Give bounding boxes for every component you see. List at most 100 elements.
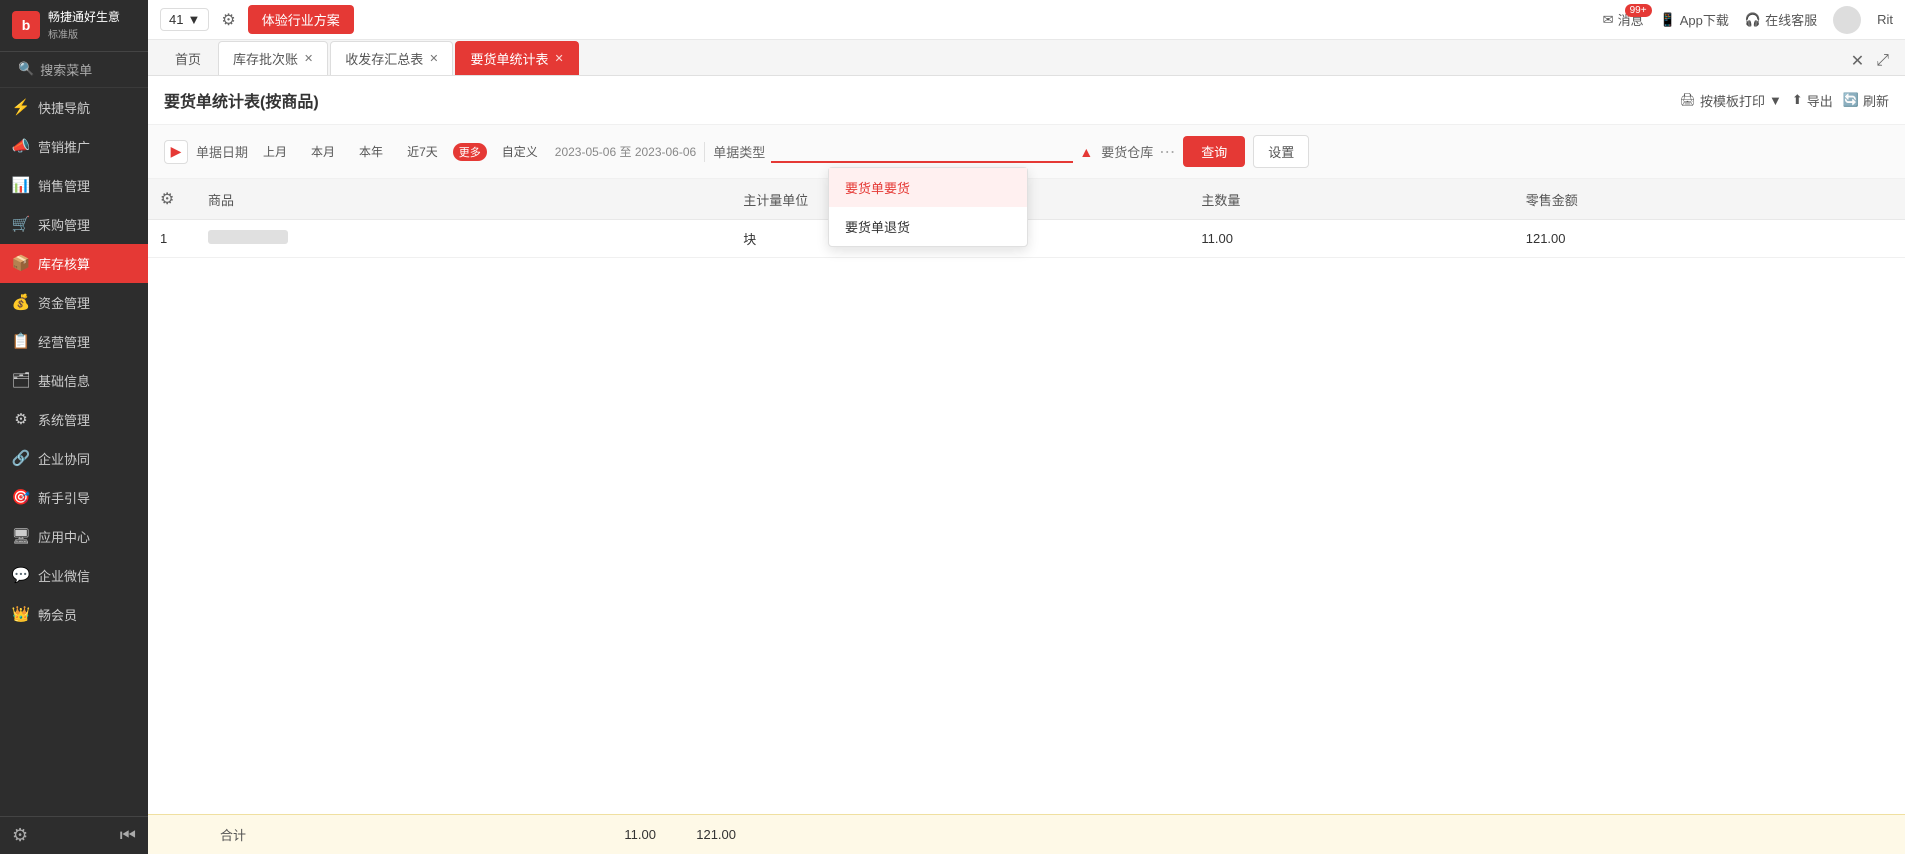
sidebar-item-inventory[interactable]: 📦 库存核算 [0, 244, 148, 283]
filter-date-section: 单据日期 上月 本月 本年 近7天 更多 自定义 [196, 139, 547, 164]
sidebar-item-purchase[interactable]: 🛒 采购管理 [0, 205, 148, 244]
sidebar-item-label: 销售管理 [38, 176, 90, 195]
sidebar-item-basic-info[interactable]: 🗂 基础信息 [0, 361, 148, 400]
filter-divider-1 [704, 142, 705, 162]
sidebar-item-label: 企业微信 [38, 566, 90, 585]
sidebar-item-app-center[interactable]: 🖥 应用中心 [0, 517, 148, 556]
dropdown-item-order-goods[interactable]: 要货单要货 [829, 168, 1027, 207]
sidebar-items: ⚡ 快捷导航 📣 营销推广 📊 销售管理 🛒 采购管理 📦 库存核算 💰 资金管… [0, 88, 148, 634]
service-label: 在线客服 [1765, 10, 1817, 29]
refresh-icon: 🔄 [1843, 92, 1859, 108]
industry-btn[interactable]: 体验行业方案 [248, 5, 354, 34]
filter-this-year[interactable]: 本年 [350, 139, 392, 164]
row-index: 1 [148, 220, 196, 258]
selector-chevron-icon: ▼ [187, 12, 200, 27]
col-amount: 零售金额 [1514, 179, 1905, 220]
col-quantity: 主数量 [1189, 179, 1513, 220]
service-btn[interactable]: 🎧 在线客服 [1745, 10, 1817, 29]
logo-icon: b [12, 11, 40, 39]
query-btn[interactable]: 查询 [1183, 136, 1245, 167]
table-wrapper: ⚙ 商品 主计量单位 主数量 零售金额 1 块 11.00 121.00 [148, 179, 1905, 814]
tab-order-stats-label: 要货单统计表 [470, 49, 548, 68]
dropdown-item-order-return[interactable]: 要货单退货 [829, 207, 1027, 246]
tabs-expand-icon[interactable]: ⤢ [1872, 48, 1893, 74]
date-range-text: 2023-05-06 至 2023-06-06 [555, 143, 696, 160]
search-icon: 🔍 [18, 61, 34, 77]
beginner-icon: 🎯 [12, 488, 30, 506]
sidebar-item-wechat[interactable]: 💬 企业微信 [0, 556, 148, 595]
refresh-btn[interactable]: 🔄 刷新 [1843, 91, 1889, 110]
inventory-icon: 📦 [12, 254, 30, 272]
sidebar-item-label: 快捷导航 [38, 98, 90, 117]
sidebar-item-finance[interactable]: 💰 资金管理 [0, 283, 148, 322]
footer-amount: 121.00 [668, 827, 748, 842]
sidebar-item-beginner[interactable]: 🎯 新手引导 [0, 478, 148, 517]
row-quantity: 11.00 [1189, 220, 1513, 258]
export-btn[interactable]: ⬆ 导出 [1792, 91, 1833, 110]
service-icon: 🎧 [1745, 12, 1761, 28]
tab-inventory-batch[interactable]: 库存批次账 ✕ [218, 41, 328, 75]
sidebar-item-label: 资金管理 [38, 293, 90, 312]
tab-home[interactable]: 首页 [160, 41, 216, 75]
export-label: 导出 [1807, 91, 1833, 110]
sidebar-item-sales[interactable]: 📊 销售管理 [0, 166, 148, 205]
filter-last-month[interactable]: 上月 [254, 139, 296, 164]
table-settings-icon[interactable]: ⚙ [160, 191, 174, 208]
sidebar-item-enterprise[interactable]: 🔗 企业协同 [0, 439, 148, 478]
refresh-label: 刷新 [1863, 91, 1889, 110]
search-menu[interactable]: 🔍 搜索菜单 [0, 52, 148, 88]
message-badge: 99+ [1625, 4, 1652, 17]
sidebar-bottom: ⚙ ⏮ [0, 816, 148, 854]
filter-more-dates[interactable]: 更多 [453, 143, 487, 161]
topbar-right: ✉ 消息 99+ 📱 App下载 🎧 在线客服 Rit [1603, 6, 1893, 34]
warehouse-more-icon[interactable]: ⋯ [1159, 142, 1175, 162]
sidebar-item-label: 基础信息 [38, 371, 90, 390]
company-value: 41 [169, 12, 183, 27]
filter-type-section: 单据类型 ▲ [713, 140, 1093, 163]
sidebar-item-system[interactable]: ⚙ 系统管理 [0, 400, 148, 439]
company-selector[interactable]: 41 ▼ [160, 8, 209, 31]
row-goods [196, 220, 731, 258]
type-input[interactable] [771, 140, 1073, 163]
col-settings: ⚙ [148, 179, 196, 220]
filter-expand-btn[interactable]: ▶ [164, 140, 188, 164]
search-label: 搜索菜单 [40, 60, 92, 79]
tab-inventory-batch-close[interactable]: ✕ [304, 52, 313, 65]
filter-custom-date[interactable]: 自定义 [493, 139, 547, 164]
print-chevron-icon: ▼ [1769, 93, 1782, 108]
tabs-close-icon[interactable]: ✕ [1847, 47, 1868, 75]
topbar: 41 ▼ ⚙ 体验行业方案 ✉ 消息 99+ 📱 App下载 🎧 在线客服 Ri… [148, 0, 1905, 40]
tab-receive-send-close[interactable]: ✕ [429, 52, 438, 65]
app-download-btn[interactable]: 📱 App下载 [1660, 10, 1729, 29]
sidebar-item-label: 营销推广 [38, 137, 90, 156]
print-btn[interactable]: 🖨 按模板打印 ▼ [1679, 91, 1781, 110]
collapse-icon[interactable]: ⏮ [120, 825, 136, 846]
filter-7days[interactable]: 近7天 [398, 139, 447, 164]
type-chevron-icon[interactable]: ▲ [1079, 144, 1093, 160]
sales-icon: 📊 [12, 176, 30, 194]
operations-icon: 📋 [12, 332, 30, 350]
settings-btn[interactable]: 设置 [1253, 135, 1309, 168]
filter-bar: ▶ 单据日期 上月 本月 本年 近7天 更多 自定义 2023-05-06 至 … [148, 125, 1905, 179]
tab-order-stats-close[interactable]: ✕ [555, 52, 564, 65]
topbar-gear-icon[interactable]: ⚙ [217, 10, 239, 30]
settings-icon[interactable]: ⚙ [12, 825, 28, 846]
page-title: 要货单统计表(按商品) [164, 88, 319, 112]
content-header: 要货单统计表(按商品) 🖨 按模板打印 ▼ ⬆ 导出 🔄 刷新 [148, 76, 1905, 125]
message-btn[interactable]: ✉ 消息 99+ [1603, 10, 1644, 29]
sidebar: b 畅捷通好生意 标准版 🔍 搜索菜单 ⚡ 快捷导航 📣 营销推广 📊 销售管理… [0, 0, 148, 854]
tab-receive-send-label: 收发存汇总表 [345, 49, 423, 68]
logo-badge: 标准版 [48, 26, 120, 41]
tab-receive-send[interactable]: 收发存汇总表 ✕ [330, 41, 453, 75]
warehouse-label: 要货仓库 [1101, 142, 1153, 161]
filter-this-month[interactable]: 本月 [302, 139, 344, 164]
sidebar-item-label: 应用中心 [38, 527, 90, 546]
tab-bar: 首页 库存批次账 ✕ 收发存汇总表 ✕ 要货单统计表 ✕ ✕ ⤢ [148, 40, 1905, 76]
col-goods: 商品 [196, 179, 731, 220]
sidebar-item-member[interactable]: 👑 畅会员 [0, 595, 148, 634]
sidebar-item-quick-nav[interactable]: ⚡ 快捷导航 [0, 88, 148, 127]
tab-order-stats[interactable]: 要货单统计表 ✕ [455, 41, 578, 75]
message-icon: ✉ [1603, 12, 1614, 28]
sidebar-item-marketing[interactable]: 📣 营销推广 [0, 127, 148, 166]
sidebar-item-operations[interactable]: 📋 经营管理 [0, 322, 148, 361]
